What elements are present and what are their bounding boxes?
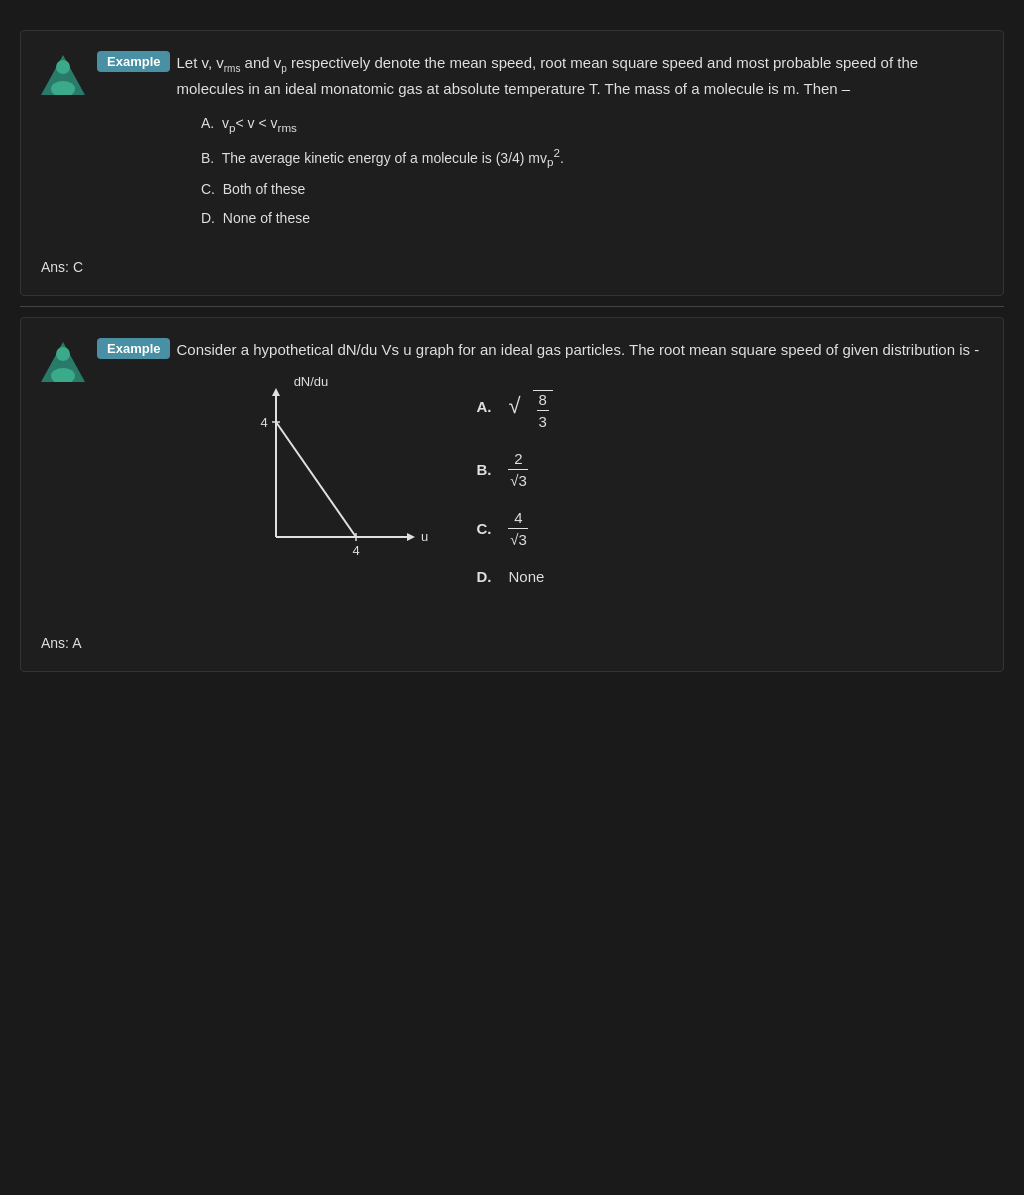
option-A1: A. vp< v < vrms <box>201 113 983 136</box>
svg-text:4: 4 <box>353 543 360 558</box>
page-container: Example Let v, vrms and vp respectively … <box>0 0 1024 702</box>
card2-answer: Ans: A <box>41 625 983 651</box>
card2-question-body: Consider a hypothetical dN/du Vs u graph… <box>176 338 979 605</box>
svg-marker-10 <box>407 533 415 541</box>
option-C1: C. Both of these <box>201 179 983 200</box>
card2-question-text: Consider a hypothetical dN/du Vs u graph… <box>176 338 979 362</box>
svg-point-1 <box>56 60 70 74</box>
example-badge-2: Example <box>97 338 170 359</box>
card2-badge-text: Example Consider a hypothetical dN/du Vs… <box>97 338 983 605</box>
svg-text:dN/du: dN/du <box>294 374 329 389</box>
avatar-icon-1 <box>41 51 85 95</box>
graph-and-options: dN/du u <box>176 372 979 605</box>
svg-line-12 <box>276 422 356 537</box>
example-badge-1: Example <box>97 51 170 72</box>
svg-text:4: 4 <box>261 415 268 430</box>
card1-options: A. vp< v < vrms B. The average kinetic e… <box>201 113 983 229</box>
example-card-1: Example Let v, vrms and vp respectively … <box>20 30 1004 296</box>
svg-point-4 <box>56 347 70 361</box>
option-D2: D. None <box>476 568 979 585</box>
card1-question: Let v, vrms and vp respectively denote t… <box>176 51 983 101</box>
avatar-icon-2 <box>41 338 85 382</box>
graph-area: dN/du u <box>236 372 436 586</box>
card1-badge-text: Example Let v, vrms and vp respectively … <box>97 51 983 101</box>
card2-header: Example Consider a hypothetical dN/du Vs… <box>41 338 983 605</box>
svg-text:u: u <box>421 529 428 544</box>
svg-marker-8 <box>272 388 280 396</box>
option-B2: B. 2 √3 <box>476 450 979 489</box>
divider <box>20 306 1004 307</box>
example-card-2: Example Consider a hypothetical dN/du Vs… <box>20 317 1004 672</box>
option-A2: A. √ 8 3 <box>476 382 979 430</box>
card1-header: Example Let v, vrms and vp respectively … <box>41 51 983 101</box>
option-B1: B. The average kinetic energy of a molec… <box>201 144 983 171</box>
option-D1: D. None of these <box>201 208 983 229</box>
card2-options: A. √ 8 3 B <box>456 372 979 605</box>
card1-answer: Ans: C <box>41 249 983 275</box>
option-C2: C. 4 √3 <box>476 509 979 548</box>
